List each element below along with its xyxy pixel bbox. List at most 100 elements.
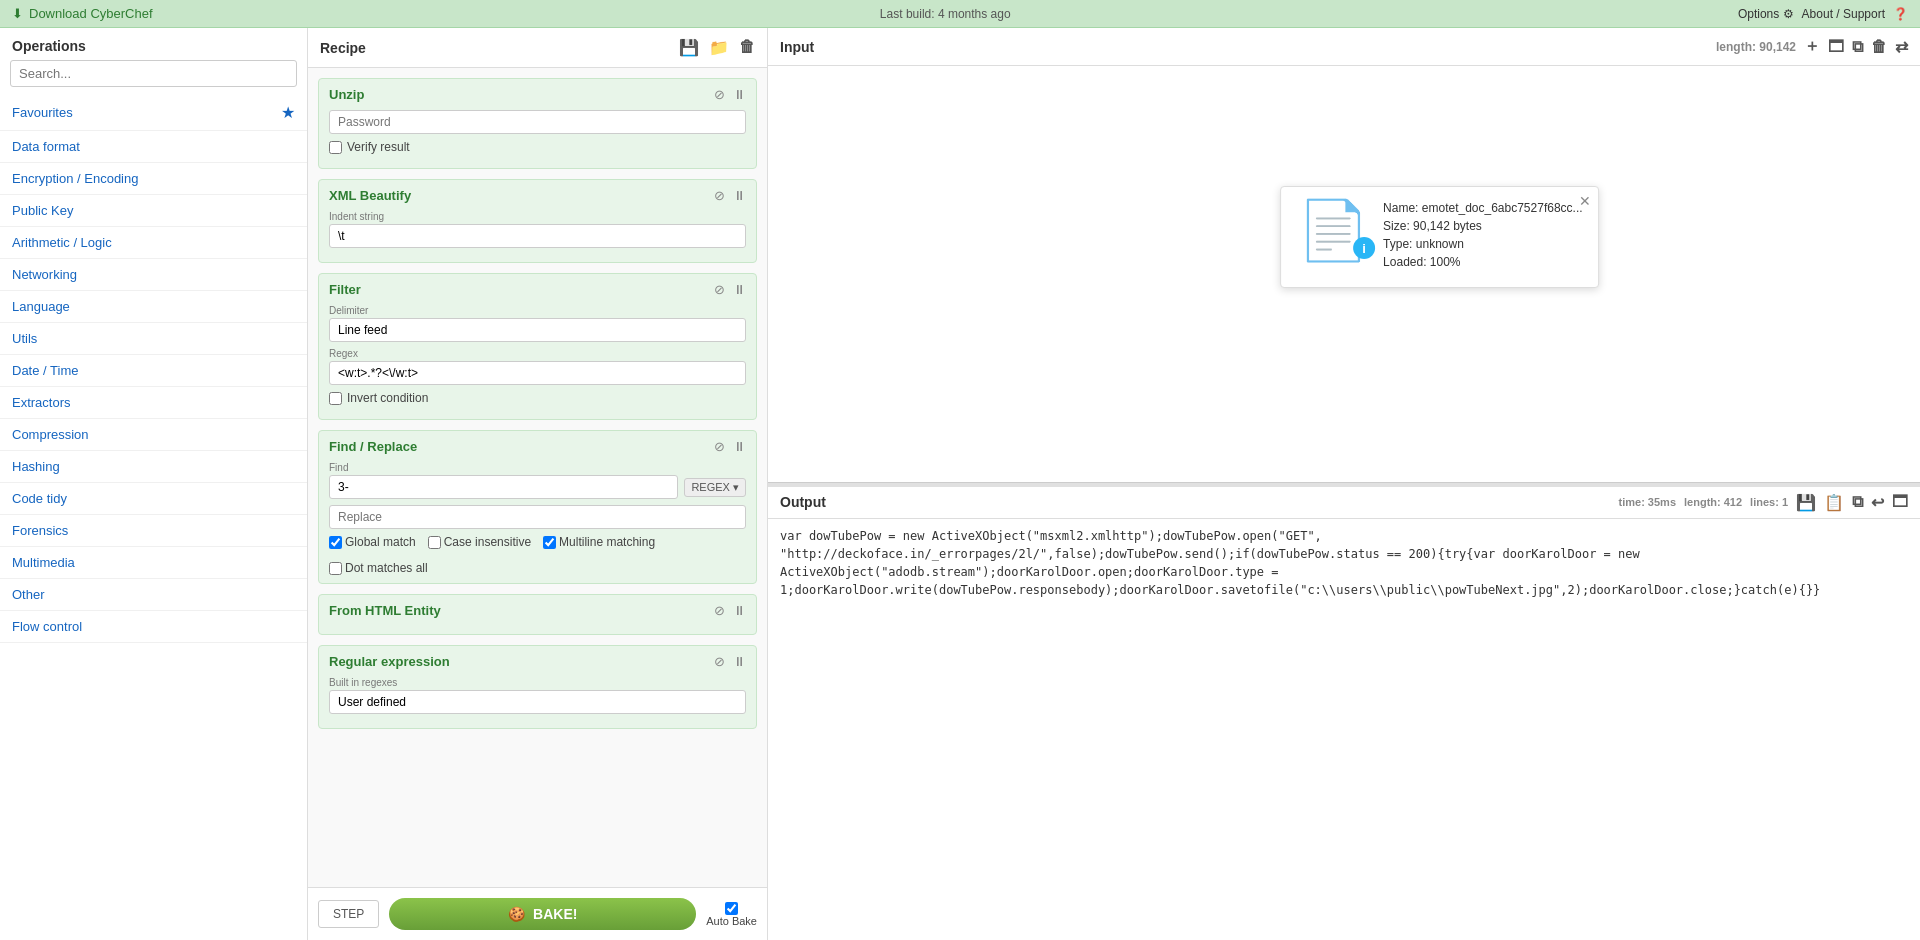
sidebar-item-extractors[interactable]: Extractors xyxy=(0,387,307,419)
load-recipe-button[interactable]: 📁 xyxy=(709,38,729,57)
sidebar-title: Operations xyxy=(0,28,307,60)
output-area: Output time: 35ms length: 412 lines: 1 💾… xyxy=(768,487,1920,941)
copy-output-button[interactable]: 📋 xyxy=(1824,493,1844,512)
case-insensitive-label[interactable]: Case insensitive xyxy=(428,535,531,549)
switch-io-button[interactable]: ⇄ xyxy=(1895,37,1908,56)
sidebar-item-networking[interactable]: Networking xyxy=(0,259,307,291)
file-info-card: ✕ 📄 i Name: emotet_doc_6abc7527f68cc... … xyxy=(1280,186,1599,288)
file-close-button[interactable]: ✕ xyxy=(1579,193,1591,209)
case-insensitive-checkbox[interactable] xyxy=(428,536,441,549)
file-type: Type: unknown xyxy=(1383,237,1582,251)
sidebar-item-label-public-key: Public Key xyxy=(12,203,73,218)
dot-matches-all-checkbox[interactable] xyxy=(329,562,342,575)
sidebar-item-label-networking: Networking xyxy=(12,267,77,282)
input-body[interactable]: ✕ 📄 i Name: emotet_doc_6abc7527f68cc... … xyxy=(768,66,1920,482)
unzip-disable-icon[interactable]: ⊘ xyxy=(714,87,725,102)
sidebar-item-label-code-tidy: Code tidy xyxy=(12,491,67,506)
regex-mode-selector[interactable]: REGEX ▾ xyxy=(684,478,746,497)
global-match-checkbox[interactable] xyxy=(329,536,342,549)
xml-beautify-disable-icon[interactable]: ⊘ xyxy=(714,188,725,203)
sidebar-item-multimedia[interactable]: Multimedia xyxy=(0,547,307,579)
sidebar-item-language[interactable]: Language xyxy=(0,291,307,323)
sidebar-item-favourites[interactable]: Favourites★ xyxy=(0,95,307,131)
sidebar-item-date-time[interactable]: Date / Time xyxy=(0,355,307,387)
sidebar-item-hashing[interactable]: Hashing xyxy=(0,451,307,483)
filter-regex-label: Regex xyxy=(329,348,746,359)
input-length: length: 90,142 xyxy=(1716,40,1796,54)
sidebar-item-utils[interactable]: Utils xyxy=(0,323,307,355)
multiline-matching-label[interactable]: Multiline matching xyxy=(543,535,655,549)
delimiter-input[interactable] xyxy=(329,318,746,342)
sidebar-item-encryption-encoding[interactable]: Encryption / Encoding xyxy=(0,163,307,195)
unzip-pause-icon[interactable]: ⏸ xyxy=(733,87,746,102)
sidebar-item-code-tidy[interactable]: Code tidy xyxy=(0,483,307,515)
maximise-output-button[interactable]: 🗖 xyxy=(1892,493,1908,511)
sidebar-list: Favourites★Data formatEncryption / Encod… xyxy=(0,95,307,940)
autobake-checkbox[interactable] xyxy=(725,902,738,915)
built-in-regexes-input[interactable] xyxy=(329,690,746,714)
recipe-panel: Recipe 💾 📁 🗑 Unzip ⊘ ⏸ xyxy=(308,28,768,940)
unzip-password-input[interactable] xyxy=(329,110,746,134)
bake-button[interactable]: 🍪 BAKE! xyxy=(389,898,696,930)
multiline-matching-checkbox[interactable] xyxy=(543,536,556,549)
find-replace-disable-icon[interactable]: ⊘ xyxy=(714,439,725,454)
save-recipe-button[interactable]: 💾 xyxy=(679,38,699,57)
topbar-right: Options ⚙ About / Support ❓ xyxy=(1738,7,1908,21)
search-input[interactable] xyxy=(10,60,297,87)
regular-expression-disable-icon[interactable]: ⊘ xyxy=(714,654,725,669)
filter-disable-icon[interactable]: ⊘ xyxy=(714,282,725,297)
filter-regex-input[interactable] xyxy=(329,361,746,385)
autobake-container: Auto Bake xyxy=(706,902,757,927)
add-input-button[interactable]: ＋ xyxy=(1804,36,1820,57)
sidebar-item-label-hashing: Hashing xyxy=(12,459,60,474)
sidebar-item-label-multimedia: Multimedia xyxy=(12,555,75,570)
sidebar-item-label-other: Other xyxy=(12,587,45,602)
options-link[interactable]: Options ⚙ xyxy=(1738,7,1794,21)
about-link[interactable]: About / Support xyxy=(1802,7,1885,21)
replace-input[interactable] xyxy=(329,505,746,529)
sidebar-item-other[interactable]: Other xyxy=(0,579,307,611)
unzip-card: Unzip ⊘ ⏸ Verify result xyxy=(318,78,757,169)
sidebar-item-public-key[interactable]: Public Key xyxy=(0,195,307,227)
clear-input-button[interactable]: 🗑 xyxy=(1871,38,1887,56)
find-input[interactable] xyxy=(329,475,678,499)
output-title: Output xyxy=(780,494,826,510)
output-to-input-button[interactable]: ⧉ xyxy=(1852,493,1863,511)
regular-expression-title: Regular expression xyxy=(329,654,450,669)
info-icon: i xyxy=(1353,237,1375,259)
download-link[interactable]: ⬇ Download CyberChef xyxy=(12,6,153,21)
sidebar-item-flow-control[interactable]: Flow control xyxy=(0,611,307,643)
sidebar-item-label-compression: Compression xyxy=(12,427,89,442)
recipe-title: Recipe xyxy=(320,40,366,56)
dot-matches-all-label[interactable]: Dot matches all xyxy=(329,561,428,575)
regular-expression-pause-icon[interactable]: ⏸ xyxy=(733,654,746,669)
recipe-header-icons: 💾 📁 🗑 xyxy=(679,38,755,57)
maximise-input-button[interactable]: 🗖 xyxy=(1828,38,1844,56)
undo-output-button[interactable]: ↩ xyxy=(1871,493,1884,512)
global-match-label[interactable]: Global match xyxy=(329,535,416,549)
sidebar-item-data-format[interactable]: Data format xyxy=(0,131,307,163)
from-html-entity-pause-icon[interactable]: ⏸ xyxy=(733,603,746,618)
file-size: Size: 90,142 bytes xyxy=(1383,219,1582,233)
xml-beautify-pause-icon[interactable]: ⏸ xyxy=(733,188,746,203)
sidebar-item-label-date-time: Date / Time xyxy=(12,363,78,378)
indent-string-input[interactable] xyxy=(329,224,746,248)
sidebar-item-label-flow-control: Flow control xyxy=(12,619,82,634)
from-html-entity-disable-icon[interactable]: ⊘ xyxy=(714,603,725,618)
sidebar-item-label-forensics: Forensics xyxy=(12,523,68,538)
find-replace-pause-icon[interactable]: ⏸ xyxy=(733,439,746,454)
invert-condition-checkbox[interactable] xyxy=(329,392,342,405)
sidebar-item-forensics[interactable]: Forensics xyxy=(0,515,307,547)
build-info: Last build: 4 months ago xyxy=(880,7,1011,21)
save-output-button[interactable]: 💾 xyxy=(1796,493,1816,512)
sidebar-item-label-language: Language xyxy=(12,299,70,314)
clear-recipe-button[interactable]: 🗑 xyxy=(739,38,755,57)
sidebar-item-arithmetic-logic[interactable]: Arithmetic / Logic xyxy=(0,227,307,259)
sidebar-item-compression[interactable]: Compression xyxy=(0,419,307,451)
output-time: time: 35ms xyxy=(1619,496,1676,508)
filter-pause-icon[interactable]: ⏸ xyxy=(733,282,746,297)
step-button[interactable]: STEP xyxy=(318,900,379,928)
restore-input-button[interactable]: ⧉ xyxy=(1852,38,1863,56)
recipe-header: Recipe 💾 📁 🗑 xyxy=(308,28,767,68)
verify-result-checkbox[interactable] xyxy=(329,141,342,154)
